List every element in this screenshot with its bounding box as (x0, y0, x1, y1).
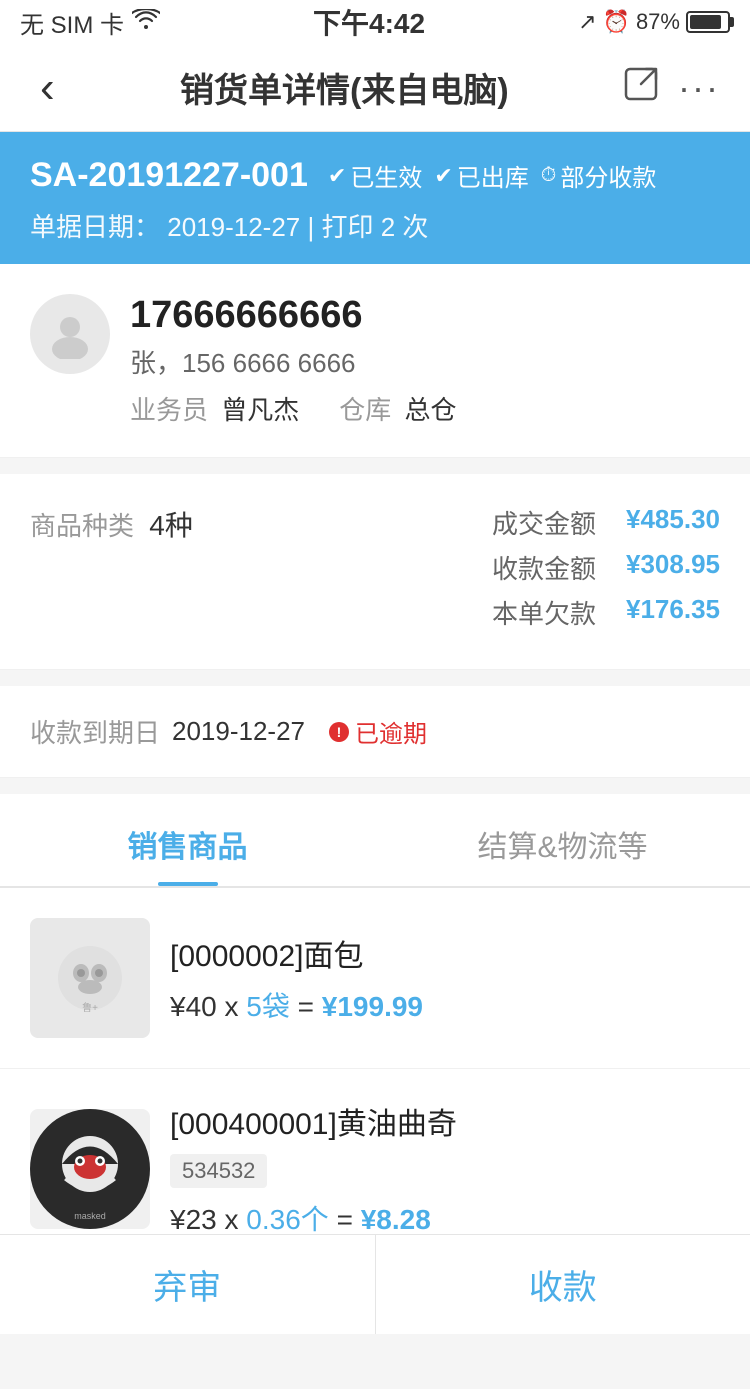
customer-name: 张，156 6666 6666 (130, 343, 457, 380)
badge-shipped: ✔ 已出库 (434, 158, 528, 193)
sales-person-value: 曾凡杰 (221, 395, 299, 425)
product-info-1: [0000002]面包 ¥40 x 5袋 = ¥199.99 (170, 931, 720, 1025)
badge-activated-label: 已生效 (350, 158, 422, 193)
badge-partial-label: 部分收款 (560, 158, 656, 193)
list-item: 鲁+ [0000002]面包 ¥40 x 5袋 = ¥199.99 (0, 888, 750, 1069)
warehouse-meta: 仓库 总仓 (339, 390, 456, 427)
product-price-2: ¥23 x 0.36个 = ¥8.28 (170, 1198, 720, 1238)
tab-underline (158, 882, 218, 886)
product-price-1: ¥40 x 5袋 = ¥199.99 (170, 985, 720, 1025)
overdue-badge: ! 已逾期 (317, 710, 439, 753)
product-info-2: [000400001]黄油曲奇 534532 ¥23 x 0.36个 = ¥8.… (170, 1099, 720, 1238)
overdue-dot-icon: ! (329, 722, 349, 742)
warehouse-label: 仓库 (339, 395, 391, 425)
product-types-label: 商品种类 (30, 511, 134, 541)
overdue-label: 已逾期 (355, 714, 427, 749)
due-section: 收款到期日 2019-12-27 ! 已逾期 (0, 686, 750, 778)
nav-actions: ··· (624, 67, 720, 109)
deal-amount-label: 成交金额 (492, 504, 596, 541)
due-date: 2019-12-27 (172, 716, 305, 747)
product-sku-badge: 534532 (170, 1153, 720, 1198)
status-time: 下午4:42 (313, 2, 425, 42)
product-types-value: 4种 (149, 510, 193, 541)
tab-settlement[interactable]: 结算&物流等 (375, 794, 750, 886)
deal-amount-value: ¥485.30 (626, 504, 720, 541)
svg-text:鲁+: 鲁+ (82, 1001, 98, 1013)
nav-bar: ‹ 销货单详情(来自电脑) ··· (0, 44, 750, 132)
badge-partial: ⏱ 部分收款 (541, 158, 657, 193)
owed-amount-row: 本单欠款 ¥176.35 (492, 594, 720, 631)
tabs-section: 销售商品 结算&物流等 (0, 794, 750, 888)
order-date-label: 单据日期： (30, 212, 160, 242)
owed-amount-value: ¥176.35 (626, 594, 720, 631)
abandon-review-label: 弃审 (153, 1260, 221, 1309)
order-date-value: 2019-12-27 (167, 212, 300, 242)
status-left: 无 SIM 卡 (20, 5, 160, 40)
collect-payment-button[interactable]: 收款 (376, 1235, 750, 1334)
order-print-suffix: 次 (402, 212, 428, 242)
alarm-icon: ⏰ (603, 9, 630, 35)
order-badges: ✔ 已生效 ✔ 已出库 ⏱ 部分收款 (328, 158, 656, 193)
received-amount-label: 收款金额 (492, 549, 596, 586)
share-icon[interactable] (624, 67, 658, 109)
tab-products[interactable]: 销售商品 (0, 794, 375, 886)
warehouse-value: 总仓 (405, 395, 457, 425)
order-print-count: 2 (381, 212, 395, 242)
sales-person-label: 业务员 (130, 395, 208, 425)
avatar (30, 294, 110, 374)
product-thumb-1: 鲁+ (30, 918, 150, 1038)
owed-amount-label: 本单欠款 (492, 594, 596, 631)
back-button[interactable]: ‹ (30, 53, 65, 123)
order-date-line: 单据日期： 2019-12-27 | 打印 2 次 (30, 207, 720, 244)
received-amount-row: 收款金额 ¥308.95 (492, 549, 720, 586)
battery-icon (686, 11, 730, 33)
customer-phone: 17666666666 (130, 294, 457, 337)
customer-section: 17666666666 张，156 6666 6666 业务员 曾凡杰 仓库 总… (0, 264, 750, 458)
collect-payment-label: 收款 (529, 1260, 597, 1309)
location-icon: ↗ (578, 9, 596, 35)
status-right: ↗ ⏰ 87% (578, 9, 730, 35)
order-print-label: | 打印 (307, 212, 373, 242)
carrier-text: 无 SIM 卡 (20, 5, 124, 40)
summary-left: 商品种类 4种 (30, 504, 193, 544)
deal-amount-row: 成交金额 ¥485.30 (492, 504, 720, 541)
product-name-2: [000400001]黄油曲奇 (170, 1099, 720, 1143)
more-icon[interactable]: ··· (678, 67, 720, 109)
page-title: 销货单详情(来自电脑) (180, 63, 509, 112)
wifi-icon (132, 8, 160, 36)
summary-section: 商品种类 4种 成交金额 ¥485.30 收款金额 ¥308.95 本单欠款 ¥… (0, 474, 750, 670)
sales-person-meta: 业务员 曾凡杰 (130, 390, 299, 427)
summary-right: 成交金额 ¥485.30 收款金额 ¥308.95 本单欠款 ¥176.35 (492, 504, 720, 639)
abandon-review-button[interactable]: 弃审 (0, 1235, 376, 1334)
product-thumb-2: masked (30, 1109, 150, 1229)
badge-activated: ✔ 已生效 (328, 158, 422, 193)
badge-shipped-label: 已出库 (457, 158, 529, 193)
status-bar: 无 SIM 卡 下午4:42 ↗ ⏰ 87% (0, 0, 750, 44)
received-amount-value: ¥308.95 (626, 549, 720, 586)
due-label: 收款到期日 (30, 713, 160, 750)
order-header: SA-20191227-001 ✔ 已生效 ✔ 已出库 ⏱ 部分收款 单据日期：… (0, 132, 750, 264)
customer-info: 17666666666 张，156 6666 6666 业务员 曾凡杰 仓库 总… (130, 294, 457, 427)
bottom-bar: 弃审 收款 (0, 1234, 750, 1334)
svg-text:masked: masked (74, 1211, 106, 1221)
products-section: 鲁+ [0000002]面包 ¥40 x 5袋 = ¥199.99 (0, 888, 750, 1269)
product-name-1: [0000002]面包 (170, 931, 720, 975)
order-id: SA-20191227-001 (30, 156, 308, 195)
customer-meta: 业务员 曾凡杰 仓库 总仓 (130, 390, 457, 427)
battery-percent: 87% (636, 9, 680, 35)
